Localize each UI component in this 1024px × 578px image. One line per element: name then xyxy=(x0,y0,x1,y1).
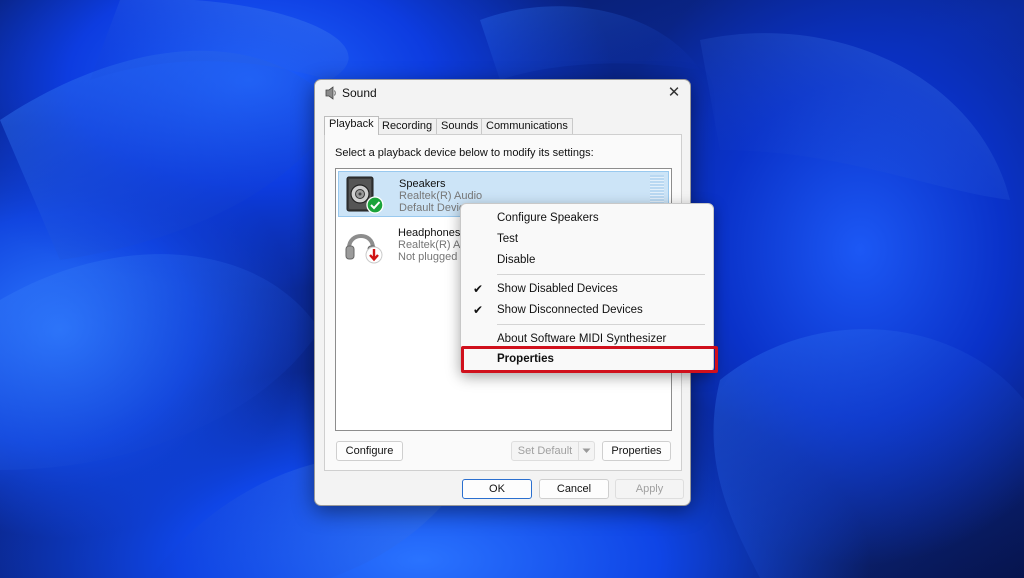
device-name: Headphones xyxy=(398,227,461,239)
menu-item-configure-speakers[interactable]: Configure Speakers xyxy=(465,208,711,228)
cancel-button[interactable]: Cancel xyxy=(539,479,609,499)
menu-separator xyxy=(497,324,705,325)
menu-item-show-disabled-devices[interactable]: ✔ Show Disabled Devices xyxy=(465,279,711,299)
ok-button[interactable]: OK xyxy=(462,479,532,499)
menu-item-show-disconnected-devices[interactable]: ✔ Show Disconnected Devices xyxy=(465,300,711,320)
tab-playback[interactable]: Playback xyxy=(324,116,379,135)
headphones-icon xyxy=(345,234,383,264)
set-default-button[interactable]: Set Default xyxy=(511,441,579,461)
menu-item-disable[interactable]: Disable xyxy=(465,250,711,270)
apply-button[interactable]: Apply xyxy=(615,479,684,499)
menu-item-label: Disable xyxy=(497,254,536,266)
tab-communications[interactable]: Communications xyxy=(481,118,573,134)
menu-separator xyxy=(497,274,705,275)
properties-highlight-annotation xyxy=(461,346,718,373)
menu-item-label: Show Disconnected Devices xyxy=(497,304,643,316)
device-status: Not plugged xyxy=(398,251,458,263)
set-default-dropdown[interactable] xyxy=(578,441,595,461)
instruction-text: Select a playback device below to modify… xyxy=(335,147,594,159)
close-button[interactable]: ✕ xyxy=(662,82,686,104)
speaker-icon xyxy=(325,86,336,100)
menu-item-label: Configure Speakers xyxy=(497,212,599,224)
menu-item-label: Show Disabled Devices xyxy=(497,283,618,295)
checkmark-icon: ✔ xyxy=(473,282,484,296)
chevron-down-icon xyxy=(582,448,591,453)
speaker-icon xyxy=(346,176,384,214)
configure-button[interactable]: Configure xyxy=(336,441,403,461)
checkmark-icon: ✔ xyxy=(473,303,484,317)
properties-button[interactable]: Properties xyxy=(602,441,671,461)
title-bar[interactable]: Sound ✕ xyxy=(315,80,690,106)
device-driver: Realtek(R) Audio xyxy=(399,190,483,202)
menu-item-test[interactable]: Test xyxy=(465,229,711,249)
red-down-arrow-badge xyxy=(365,246,383,264)
tab-recording[interactable]: Recording xyxy=(377,118,438,134)
menu-item-label: Test xyxy=(497,233,519,245)
device-driver: Realtek(R) Au xyxy=(398,239,467,251)
tab-sounds[interactable]: Sounds xyxy=(436,118,484,134)
window-title: Sound xyxy=(342,86,377,100)
green-check-badge xyxy=(366,196,384,214)
device-name: Speakers xyxy=(399,178,446,190)
